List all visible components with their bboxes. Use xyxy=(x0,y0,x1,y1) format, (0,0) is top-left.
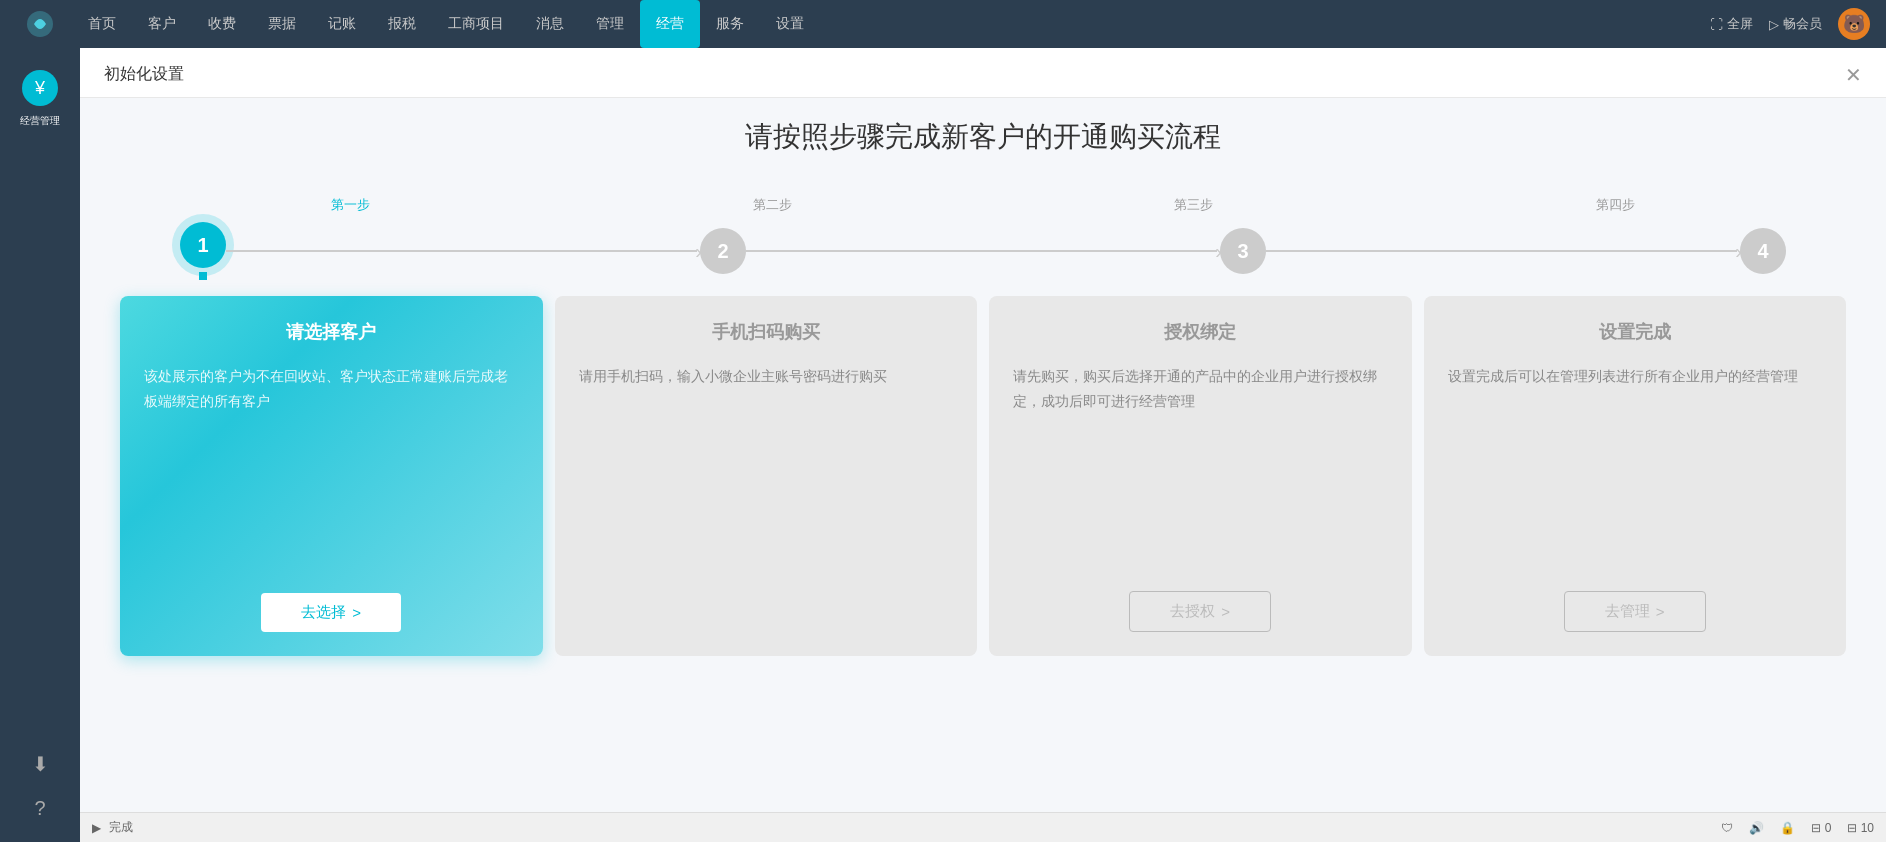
content-area: 初始化设置 ✕ 请按照步骤完成新客户的开通购买流程 第一步 第二步 第三步 xyxy=(80,48,1886,842)
step-3-go-button[interactable]: 去授权 > xyxy=(1129,591,1271,632)
step-1-btn-arrow-icon: > xyxy=(352,604,361,621)
status-text: 完成 xyxy=(109,819,133,836)
step-3-card: 授权绑定 请先购买，购买后选择开通的产品中的企业用户进行授权绑定，成功后即可进行… xyxy=(989,296,1412,656)
nav-item-service[interactable]: 服务 xyxy=(700,0,760,48)
step-2-card-title: 手机扫码购买 xyxy=(579,320,954,344)
step-1-circle-wrapper: 1 xyxy=(180,222,226,280)
lock-icon: 🔒 xyxy=(1780,821,1795,835)
play-icon: ▶ xyxy=(92,821,101,835)
connector-2-3: › xyxy=(746,240,1220,263)
status-bar: ▶ 完成 🛡 🔊 🔒 ⊟ 0 ⊟ 10 xyxy=(80,812,1886,842)
step-3-circle-wrapper: 3 xyxy=(1220,228,1266,274)
steps-wrapper: 第一步 第二步 第三步 第四步 xyxy=(120,196,1846,656)
cards-row: 请选择客户 该处展示的客户为不在回收站、客户状态正常建账后完成老板端绑定的所有客… xyxy=(120,296,1846,656)
top-nav: 首页 客户 收费 票据 记账 报税 工商项目 消息 管理 经营 服务 设置 ⛶ … xyxy=(0,0,1886,48)
connector-3-4: › xyxy=(1266,240,1740,263)
step-2-card: 手机扫码购买 请用手机扫码，输入小微企业主账号密码进行购买 xyxy=(555,296,978,656)
step-2-circle-wrapper: 2 xyxy=(700,228,746,274)
vip-button[interactable]: ▷ 畅会员 xyxy=(1769,15,1822,33)
step-4-circle: 4 xyxy=(1740,228,1786,274)
step-1-circle: 1 xyxy=(180,222,226,268)
nav-item-manage[interactable]: 管理 xyxy=(580,0,640,48)
step-1-indicator xyxy=(199,272,207,280)
step-1-card: 请选择客户 该处展示的客户为不在回收站、客户状态正常建账后完成老板端绑定的所有客… xyxy=(120,296,543,656)
help-icon[interactable]: ? xyxy=(22,790,58,826)
nav-items: 首页 客户 收费 票据 记账 报税 工商项目 消息 管理 经营 服务 设置 xyxy=(72,0,1710,48)
step-3-label: 第三步 xyxy=(1174,196,1213,214)
sidebar: ¥ 经营管理 ⬇ ? xyxy=(0,48,80,842)
status-right: 🛡 🔊 🔒 ⊟ 0 ⊟ 10 xyxy=(1721,821,1874,835)
nav-right: ⛶ 全屏 ▷ 畅会员 🐻 xyxy=(1710,8,1870,40)
nav-item-home[interactable]: 首页 xyxy=(72,0,132,48)
step-3-circle: 3 xyxy=(1220,228,1266,274)
page-heading: 请按照步骤完成新客户的开通购买流程 xyxy=(120,118,1846,156)
step-4-label: 第四步 xyxy=(1596,196,1635,214)
step-2-circle: 2 xyxy=(700,228,746,274)
step-1-go-button[interactable]: 去选择 > xyxy=(261,593,401,632)
step-circles-row: 1 › 2 xyxy=(120,222,1846,280)
step-1-card-title: 请选择客户 xyxy=(144,320,519,344)
step-4-card-desc: 设置完成后可以在管理列表进行所有企业用户的经营管理 xyxy=(1448,364,1823,571)
nav-item-account[interactable]: 记账 xyxy=(312,0,372,48)
page-header: 初始化设置 ✕ xyxy=(80,48,1886,98)
step-3-card-title: 授权绑定 xyxy=(1013,320,1388,344)
nav-item-operation[interactable]: 经营 xyxy=(640,0,700,48)
step-2-label: 第二步 xyxy=(753,196,792,214)
nav-logo xyxy=(16,10,64,38)
step-1-label: 第一步 xyxy=(331,196,370,214)
fullscreen-button[interactable]: ⛶ 全屏 xyxy=(1710,15,1753,33)
vip-icon: ▷ xyxy=(1769,17,1779,32)
main-content: 请按照步骤完成新客户的开通购买流程 第一步 第二步 第三步 第四步 xyxy=(80,98,1886,812)
download-icon[interactable]: ⬇ xyxy=(22,746,58,782)
volume-icon: 🔊 xyxy=(1749,821,1764,835)
step-2-card-desc: 请用手机扫码，输入小微企业主账号密码进行购买 xyxy=(579,364,954,632)
nav-item-customer[interactable]: 客户 xyxy=(132,0,192,48)
sidebar-bottom: ⬇ ? xyxy=(22,746,58,826)
page-title: 初始化设置 xyxy=(104,64,184,85)
sidebar-item-operation[interactable]: ¥ 经营管理 xyxy=(5,64,75,134)
main-layout: ¥ 经营管理 ⬇ ? 初始化设置 ✕ 请按照步骤完成新客户的开通购买流程 第一步 xyxy=(0,48,1886,842)
step-labels-row: 第一步 第二步 第三步 第四步 xyxy=(120,196,1846,214)
close-button[interactable]: ✕ xyxy=(1845,65,1862,85)
nav-item-business[interactable]: 工商项目 xyxy=(432,0,520,48)
connector-1-2: › xyxy=(226,240,700,263)
status-count-10: ⊟ 10 xyxy=(1847,821,1874,835)
avatar[interactable]: 🐻 xyxy=(1838,8,1870,40)
shield-icon: 🛡 xyxy=(1721,821,1733,835)
nav-item-fee[interactable]: 收费 xyxy=(192,0,252,48)
step-1-card-desc: 该处展示的客户为不在回收站、客户状态正常建账后完成老板端绑定的所有客户 xyxy=(144,364,519,573)
step-3-btn-arrow-icon: > xyxy=(1221,603,1230,620)
step-3-card-desc: 请先购买，购买后选择开通的产品中的企业用户进行授权绑定，成功后即可进行经营管理 xyxy=(1013,364,1388,571)
step-4-go-button[interactable]: 去管理 > xyxy=(1564,591,1706,632)
step-4-btn-arrow-icon: > xyxy=(1656,603,1665,620)
fullscreen-icon: ⛶ xyxy=(1710,17,1723,32)
nav-item-message[interactable]: 消息 xyxy=(520,0,580,48)
status-count-0: ⊟ 0 xyxy=(1811,821,1831,835)
step-4-circle-wrapper: 4 xyxy=(1740,228,1786,274)
step-4-card: 设置完成 设置完成后可以在管理列表进行所有企业用户的经营管理 去管理 > xyxy=(1424,296,1847,656)
operation-icon: ¥ xyxy=(22,70,58,106)
step-4-card-title: 设置完成 xyxy=(1448,320,1823,344)
nav-item-settings[interactable]: 设置 xyxy=(760,0,820,48)
nav-item-tax[interactable]: 报税 xyxy=(372,0,432,48)
nav-item-bill[interactable]: 票据 xyxy=(252,0,312,48)
